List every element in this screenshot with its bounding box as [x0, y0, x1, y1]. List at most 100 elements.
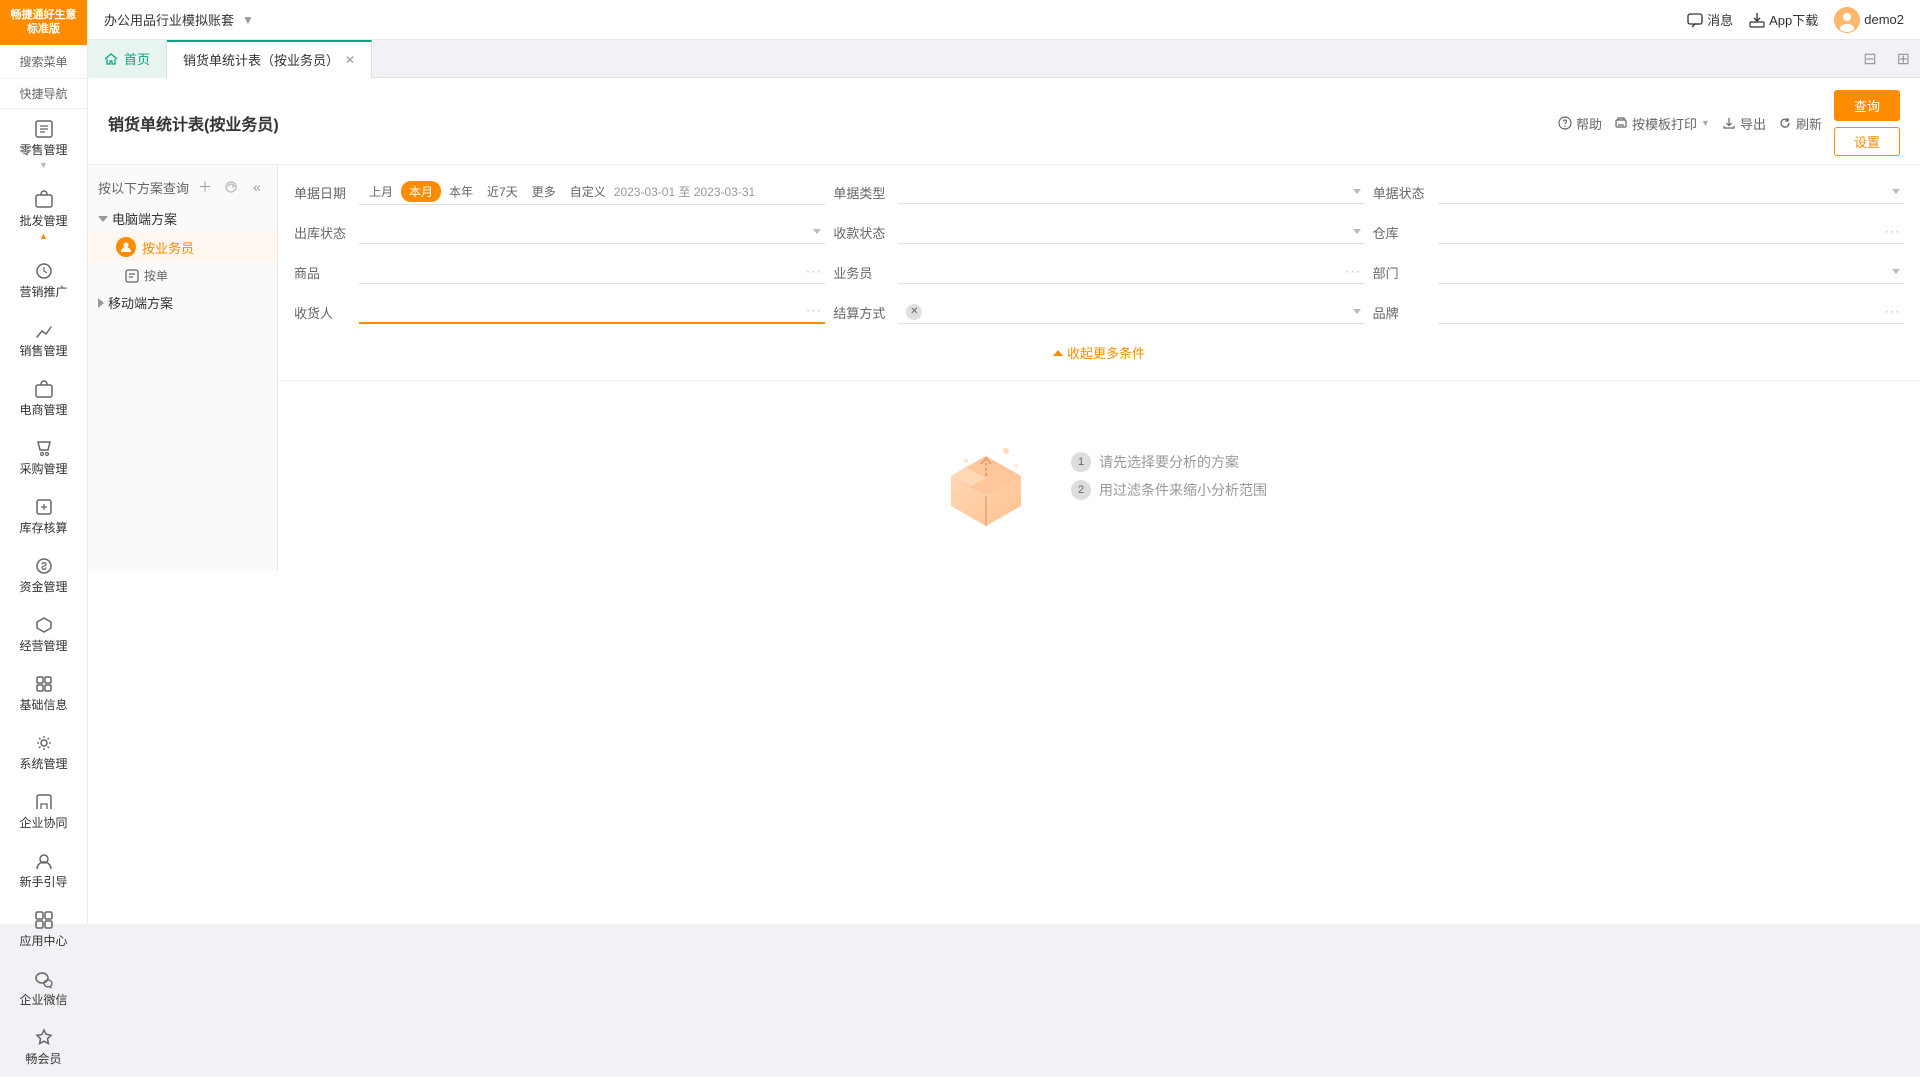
refresh-btn[interactable]: 刷新 — [1778, 114, 1822, 133]
salesperson-dots[interactable]: ··· — [1345, 263, 1361, 281]
doc-status-select[interactable] — [1438, 180, 1904, 204]
sidebar-quick-nav[interactable]: 快捷导航 — [0, 79, 87, 109]
out-status-select[interactable] — [359, 220, 825, 244]
logo-text: 畅捷通好生意 标准版 — [4, 8, 83, 37]
date-tab-thisyear[interactable]: 本年 — [443, 181, 479, 202]
consignee-label: 收货人 — [294, 303, 359, 322]
goods-dots[interactable]: ··· — [805, 263, 821, 281]
settlement-clear-btn[interactable]: ✕ — [906, 304, 922, 320]
tab-sales-stat[interactable]: 销货单统计表（按业务员） ✕ — [167, 40, 372, 78]
sidebar-item-retail[interactable]: 零售管理 ▼ — [0, 109, 87, 180]
refresh-icon — [1778, 116, 1792, 130]
sidebar-search[interactable]: 搜索菜单 — [0, 45, 87, 79]
settings-button[interactable]: 设置 — [1834, 127, 1900, 156]
sidebar: 畅捷通好生意 标准版 搜索菜单 快捷导航 零售管理 ▼ 批发管理 ▲ 营销推广 … — [0, 0, 88, 924]
consignee-dots[interactable]: ··· — [805, 302, 821, 320]
help-btn[interactable]: 帮助 — [1558, 114, 1602, 133]
print-btn[interactable]: 按模板打印 ▼ — [1614, 114, 1710, 133]
refresh-scheme-btn[interactable] — [221, 177, 241, 197]
brand-dots[interactable]: ··· — [1884, 303, 1900, 321]
date-range-display: 2023-03-01 至 2023-03-31 — [614, 183, 755, 200]
sidebar-item-ecommerce[interactable]: 电商管理 — [0, 369, 87, 428]
apps-icon — [34, 910, 54, 930]
scheme-group-desktop-header[interactable]: 电脑端方案 — [88, 205, 277, 232]
sidebar-item-wechat[interactable]: 企业微信 — [0, 959, 87, 1018]
warehouse-dots[interactable]: ··· — [1884, 223, 1900, 241]
sidebar-item-sales[interactable]: 销售管理 — [0, 310, 87, 369]
tab-bar: 首页 销货单统计表（按业务员） ✕ ⊟ ⊞ — [88, 40, 1920, 78]
app-download-btn[interactable]: App下载 — [1749, 10, 1818, 29]
refresh-label: 刷新 — [1796, 114, 1822, 133]
message-icon — [1687, 12, 1703, 28]
date-tab-more[interactable]: 更多 — [526, 181, 562, 202]
sidebar-item-apps[interactable]: 应用中心 — [0, 900, 87, 959]
sidebar-item-inventory[interactable]: 库存核算 — [0, 487, 87, 546]
consignee-input[interactable]: ··· — [359, 300, 825, 324]
system-label: 系统管理 — [19, 755, 67, 772]
sidebar-item-newbie[interactable]: 新手引导 — [0, 841, 87, 900]
download-icon — [1749, 12, 1765, 28]
sidebar-item-member[interactable]: 畅会员 — [0, 1018, 87, 1077]
warehouse-input[interactable]: ··· — [1438, 220, 1904, 244]
consignee-text-input[interactable] — [363, 304, 801, 319]
tab-minimize-btn[interactable]: ⊟ — [1853, 40, 1886, 78]
sidebar-item-system[interactable]: 系统管理 — [0, 723, 87, 782]
enterprise-icon — [34, 792, 54, 812]
filter-brand: 品牌 ··· — [1373, 297, 1904, 327]
department-select[interactable] — [1438, 260, 1904, 284]
date-label: 单据日期 — [294, 183, 359, 202]
sidebar-item-finance[interactable]: 资金管理 — [0, 546, 87, 605]
sidebar-item-operation[interactable]: 经营管理 — [0, 605, 87, 664]
tab-close-btn[interactable]: ✕ — [345, 53, 355, 67]
basic-icon — [34, 674, 54, 694]
inventory-icon — [34, 497, 54, 517]
empty-state: 1 请先选择要分析的方案 2 用过滤条件来缩小分析范围 — [931, 421, 1267, 531]
goods-input[interactable]: ··· — [359, 260, 825, 284]
avatar — [1834, 7, 1860, 33]
scheme-group-mobile: 移动端方案 — [88, 289, 277, 316]
user-info[interactable]: demo2 — [1834, 7, 1904, 33]
tab-maximize-btn[interactable]: ⊞ — [1887, 40, 1920, 78]
collapse-panel-btn[interactable]: « — [247, 177, 267, 197]
member-icon — [34, 1028, 54, 1048]
staff-icon — [116, 237, 136, 257]
scheme-item-by-order[interactable]: 按单 — [88, 262, 277, 289]
salesperson-label: 业务员 — [833, 263, 898, 282]
doc-status-label: 单据状态 — [1373, 183, 1438, 202]
query-button[interactable]: 查询 — [1834, 90, 1900, 121]
scheme-item-by-staff[interactable]: 按业务员 — [88, 232, 277, 262]
tab-home[interactable]: 首页 — [88, 40, 167, 78]
date-tab-custom[interactable]: 自定义 — [564, 181, 612, 202]
doc-type-select[interactable] — [898, 180, 1364, 204]
collapse-btn[interactable]: 收起更多条件 — [294, 337, 1904, 368]
empty-tips: 1 请先选择要分析的方案 2 用过滤条件来缩小分析范围 — [1071, 452, 1267, 500]
salesperson-input[interactable]: ··· — [898, 260, 1364, 284]
scheme-group-mobile-header[interactable]: 移动端方案 — [88, 289, 277, 316]
member-label: 畅会员 — [25, 1050, 61, 1067]
group-desktop-label: 电脑端方案 — [112, 209, 177, 228]
receipt-status-select[interactable] — [898, 220, 1364, 244]
export-btn[interactable]: 导出 — [1722, 114, 1766, 133]
sidebar-item-purchase[interactable]: 采购管理 — [0, 428, 87, 487]
date-tab-lastmonth[interactable]: 上月 — [363, 181, 399, 202]
settlement-select[interactable]: ✕ — [898, 300, 1364, 324]
add-scheme-btn[interactable]: ＋ — [195, 177, 215, 197]
message-btn[interactable]: 消息 — [1687, 10, 1733, 29]
brand-input[interactable]: ··· — [1438, 300, 1904, 324]
sidebar-logo[interactable]: 畅捷通好生意 标准版 — [0, 0, 87, 45]
sidebar-item-basic[interactable]: 基础信息 — [0, 664, 87, 723]
sidebar-item-wholesale[interactable]: 批发管理 ▲ — [0, 180, 87, 251]
department-arrow — [1892, 269, 1900, 274]
wechat-icon — [34, 969, 54, 989]
page-actions: 帮助 按模板打印 ▼ 导出 刷新 — [1558, 114, 1822, 133]
filter-salesperson: 业务员 ··· — [833, 257, 1364, 287]
date-tab-7days[interactable]: 近7天 — [481, 181, 524, 202]
header-dropdown-arrow[interactable]: ▼ — [242, 13, 254, 27]
filter-doc-type: 单据类型 — [833, 177, 1364, 207]
sales-label: 销售管理 — [19, 342, 67, 359]
sidebar-item-enterprise[interactable]: 企业协同 — [0, 782, 87, 841]
system-icon — [34, 733, 54, 753]
date-tab-thismonth[interactable]: 本月 — [401, 181, 441, 202]
sidebar-item-marketing[interactable]: 营销推广 — [0, 251, 87, 310]
wholesale-arrow: ▲ — [39, 231, 48, 241]
